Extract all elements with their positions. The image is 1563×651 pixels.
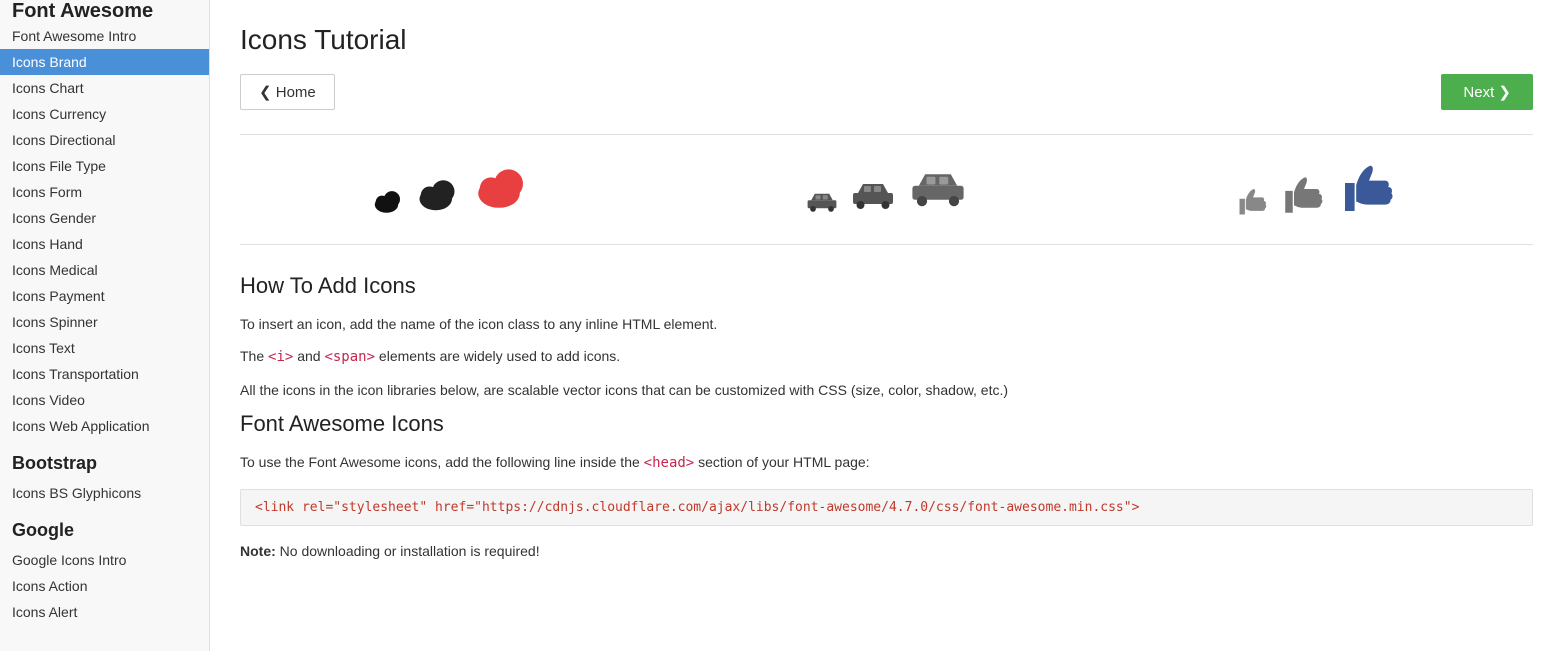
font-awesome-icons-title: Font Awesome Icons xyxy=(240,411,1533,437)
sidebar-item-icons-medical[interactable]: Icons Medical xyxy=(0,257,209,283)
note-label: Note: xyxy=(240,543,276,559)
sidebar-item-icons-transportation[interactable]: Icons Transportation xyxy=(0,361,209,387)
sidebar-item-icons-video[interactable]: Icons Video xyxy=(0,387,209,413)
desc2-i-code: <i> xyxy=(268,349,293,365)
sidebar-item-icons-currency[interactable]: Icons Currency xyxy=(0,101,209,127)
desc2-span-code: <span> xyxy=(324,349,375,365)
cloud-icon-large xyxy=(475,155,539,224)
desc4-before: To use the Font Awesome icons, add the f… xyxy=(240,454,644,470)
desc2: The <i> and <span> elements are widely u… xyxy=(240,345,1533,368)
sidebar-font-awesome-heading: Font Awesome xyxy=(0,0,165,30)
sidebar-item-icons-chart[interactable]: Icons Chart xyxy=(0,75,209,101)
sidebar-item-icons-directional[interactable]: Icons Directional xyxy=(0,127,209,153)
desc4-after: section of your HTML page: xyxy=(694,454,869,470)
sidebar-item-icons-bs-glyphicons[interactable]: Icons BS Glyphicons xyxy=(0,480,209,506)
home-button[interactable]: ❮ Home xyxy=(240,74,335,110)
sidebar-google-heading: Google xyxy=(0,506,209,547)
desc3: All the icons in the icon libraries belo… xyxy=(240,379,1533,401)
sidebar-item-icons-brand[interactable]: Icons Brand xyxy=(0,49,209,75)
sidebar-item-icons-form[interactable]: Icons Form xyxy=(0,179,209,205)
next-button[interactable]: Next ❯ xyxy=(1441,74,1533,110)
cloud-icon-medium xyxy=(417,169,467,224)
desc2-mid: and xyxy=(293,348,324,364)
cloud-icons-group xyxy=(373,155,539,224)
car-icon-medium xyxy=(848,169,898,224)
desc2-before: The xyxy=(240,348,268,364)
desc2-after: elements are widely used to add icons. xyxy=(375,348,620,364)
sidebar-item-icons-file-type[interactable]: Icons File Type xyxy=(0,153,209,179)
note: Note: No downloading or installation is … xyxy=(240,540,1533,562)
sidebar-item-icons-hand[interactable]: Icons Hand xyxy=(0,231,209,257)
desc1: To insert an icon, add the name of the i… xyxy=(240,313,1533,335)
note-text: No downloading or installation is requir… xyxy=(276,543,540,559)
thumbsup-icon-large xyxy=(1337,155,1401,224)
cloud-icon-small xyxy=(373,183,409,224)
sidebar-item-google-icons-intro[interactable]: Google Icons Intro xyxy=(0,547,209,573)
sidebar-item-icons-web-application[interactable]: Icons Web Application xyxy=(0,413,209,439)
sidebar-item-icons-text[interactable]: Icons Text xyxy=(0,335,209,361)
desc4-head-code: <head> xyxy=(644,455,695,471)
page-title: Icons Tutorial xyxy=(240,24,1533,56)
car-icons-group xyxy=(804,155,970,224)
sidebar-item-icons-action[interactable]: Icons Action xyxy=(0,573,209,599)
sidebar-item-icons-gender[interactable]: Icons Gender xyxy=(0,205,209,231)
thumbsup-icons-group xyxy=(1235,155,1401,224)
thumbsup-icon-medium xyxy=(1279,169,1329,224)
car-icon-large xyxy=(906,155,970,224)
how-to-add-icons-title: How To Add Icons xyxy=(240,273,1533,299)
car-icon-small xyxy=(804,183,840,224)
icon-demo-row xyxy=(240,134,1533,245)
desc4: To use the Font Awesome icons, add the f… xyxy=(240,451,1533,474)
code-block: <link rel="stylesheet" href="https://cdn… xyxy=(240,489,1533,526)
main-content: Icons Tutorial ❮ Home Next ❯ xyxy=(210,0,1563,651)
sidebar-item-icons-alert[interactable]: Icons Alert xyxy=(0,599,209,625)
sidebar-item-icons-spinner[interactable]: Icons Spinner xyxy=(0,309,209,335)
sidebar: Font Awesome Font Awesome Intro Icons Br… xyxy=(0,0,210,651)
nav-buttons: ❮ Home Next ❯ xyxy=(240,74,1533,110)
sidebar-bootstrap-heading: Bootstrap xyxy=(0,439,209,480)
sidebar-item-icons-payment[interactable]: Icons Payment xyxy=(0,283,209,309)
thumbsup-icon-small xyxy=(1235,183,1271,224)
